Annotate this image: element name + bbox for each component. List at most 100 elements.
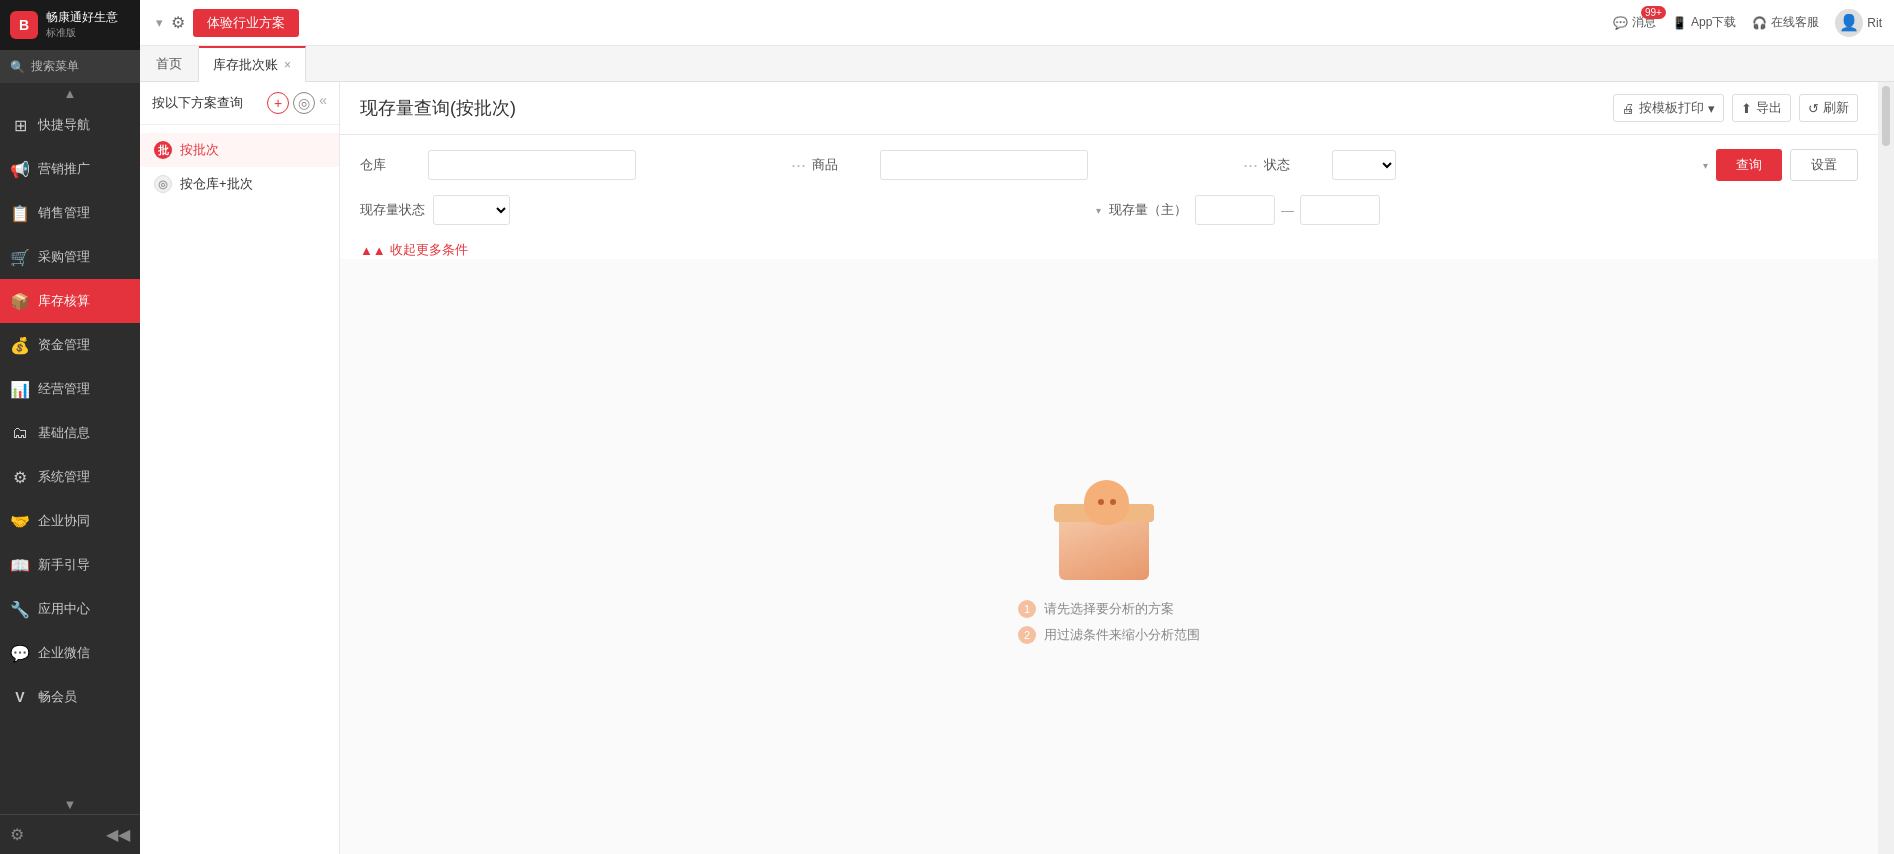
sidebar-item-label: 新手引导 [38,556,90,574]
export-button[interactable]: ⬆ 导出 [1732,94,1791,122]
topbar-settings-icon[interactable]: ⚙ [171,13,185,32]
collapse-btn-area: ▲▲ 收起更多条件 [360,225,1858,259]
search-icon: 🔍 [10,60,25,74]
warehouse-input[interactable] [428,150,636,180]
print-dropdown-icon: ▾ [1708,101,1715,116]
sidebar-nav: ⊞ 快捷导航 📢 营销推广 📋 销售管理 🛒 采购管理 📦 库存核算 💰 [0,103,140,794]
hint-2-text: 用过滤条件来缩小分析范围 [1044,626,1200,644]
newbie-icon: 📖 [10,555,30,575]
tab-label: 库存批次账 [213,56,278,74]
sidebar-item-system[interactable]: ⚙ 系统管理 [0,455,140,499]
char-face [1098,499,1116,505]
sidebar-item-inventory[interactable]: 📦 库存核算 [0,279,140,323]
sidebar-item-newbie[interactable]: 📖 新手引导 [0,543,140,587]
sidebar-item-quick-nav[interactable]: ⊞ 快捷导航 [0,103,140,147]
app-download-btn[interactable]: 📱 App下载 [1672,14,1736,31]
warehouse-label: 仓库 [360,156,420,174]
schema-list: 批 按批次 ◎ 按仓库+批次 [140,125,339,209]
char-head [1084,480,1129,525]
empty-illustration [1044,470,1174,580]
hint-1-num: 1 [1018,600,1036,618]
left-panel: 按以下方案查询 + ◎ « 批 按批次 [140,82,340,854]
tab-close-icon[interactable]: × [284,58,291,72]
settings-button[interactable]: 设置 [1790,149,1858,181]
scroll-up-btn[interactable]: ▲ [0,83,140,103]
topbar-dropdown-icon[interactable]: ▾ [156,15,163,30]
trial-button[interactable]: 体验行业方案 [193,9,299,37]
print-button[interactable]: 🖨 按模板打印 ▾ [1613,94,1724,122]
online-service-btn[interactable]: 🎧 在线客服 [1752,14,1819,31]
operations-icon: 📊 [10,379,30,399]
left-panel-title: 按以下方案查询 [152,94,243,112]
search-label: 搜索菜单 [31,58,79,75]
export-icon: ⬆ [1741,101,1752,116]
brand-info: 畅康通好生意 标准版 [46,10,118,40]
sidebar-item-label: 企业微信 [38,644,90,662]
filter-product-group: 商品 ··· [812,150,1264,180]
product-label: 商品 [812,156,872,174]
sidebar-item-basic[interactable]: 🗂 基础信息 [0,411,140,455]
main-content: ▾ ⚙ 体验行业方案 💬 消息 99+ 📱 App下载 🎧 在线客服 [140,0,1894,854]
sidebar-item-label: 经营管理 [38,380,90,398]
warehouse-more-icon[interactable]: ··· [791,155,806,176]
export-label: 导出 [1756,99,1782,117]
enterprise-icon: 🤝 [10,511,30,531]
settings-circle-icon: ◎ [298,95,310,111]
tab-home[interactable]: 首页 [140,47,199,81]
product-more-icon[interactable]: ··· [1243,155,1258,176]
settings-footer-icon[interactable]: ⚙ [10,825,24,844]
collapse-label: 收起更多条件 [390,241,468,259]
hint-1-text: 请先选择要分析的方案 [1044,600,1174,618]
hint-2-num: 2 [1018,626,1036,644]
scrollbar-thumb[interactable] [1882,86,1890,146]
basic-icon: 🗂 [10,423,30,443]
topbar: ▾ ⚙ 体验行业方案 💬 消息 99+ 📱 App下载 🎧 在线客服 [140,0,1894,46]
qty-min-input[interactable] [1195,195,1275,225]
sidebar-item-sales[interactable]: 📋 销售管理 [0,191,140,235]
scroll-down-btn[interactable]: ▼ [0,794,140,814]
sidebar-item-wechat[interactable]: 💬 企业微信 [0,631,140,675]
sidebar-item-enterprise[interactable]: 🤝 企业协同 [0,499,140,543]
refresh-icon: ↺ [1808,101,1819,116]
sidebar-item-marketing[interactable]: 📢 营销推广 [0,147,140,191]
sidebar-item-finance[interactable]: 💰 资金管理 [0,323,140,367]
app-download-label: App下载 [1691,14,1736,31]
panel-collapse-btn[interactable]: « [319,92,327,114]
schema-item-by-batch[interactable]: 批 按批次 [140,133,339,167]
purchase-icon: 🛒 [10,247,30,267]
sidebar-item-purchase[interactable]: 🛒 采购管理 [0,235,140,279]
app-center-icon: 🔧 [10,599,30,619]
schema-settings-btn[interactable]: ◎ [293,92,315,114]
username-label: Rit [1867,16,1882,30]
add-schema-btn[interactable]: + [267,92,289,114]
filter-section: 仓库 ··· 商品 ··· [340,135,1878,259]
sidebar-item-label: 企业协同 [38,512,90,530]
user-area[interactable]: 👤 Rit [1835,9,1882,37]
wechat-icon: 💬 [10,643,30,663]
collapse-btn[interactable]: ▲▲ 收起更多条件 [360,233,1858,259]
message-btn[interactable]: 💬 消息 99+ [1613,14,1656,31]
filter-status-group: 状态 启用 停用 ▾ [1264,150,1716,180]
empty-state: 1 请先选择要分析的方案 2 用过滤条件来缩小分析范围 [340,259,1878,854]
refresh-button[interactable]: ↺ 刷新 [1799,94,1858,122]
query-button[interactable]: 查询 [1716,149,1782,181]
finance-icon: 💰 [10,335,30,355]
char-eye-right [1110,499,1116,505]
filter-qty-group: 现存量（主） — [1109,195,1858,225]
status-select[interactable]: 启用 停用 [1332,150,1396,180]
sidebar-item-operations[interactable]: 📊 经营管理 [0,367,140,411]
collapse-sidebar-icon[interactable]: ◀◀ [106,825,130,844]
qty-max-input[interactable] [1300,195,1380,225]
sidebar-item-app-center[interactable]: 🔧 应用中心 [0,587,140,631]
page-header: 现存量查询(按批次) 🖨 按模板打印 ▾ ⬆ 导出 ↺ [340,82,1878,135]
sidebar-item-label: 营销推广 [38,160,90,178]
search-menu[interactable]: 🔍 搜索菜单 [0,50,140,83]
phone-icon: 📱 [1672,16,1687,30]
sidebar-item-member[interactable]: V 畅会员 [0,675,140,719]
schema-item-by-warehouse-batch[interactable]: ◎ 按仓库+批次 [140,167,339,201]
product-input[interactable] [880,150,1088,180]
filter-container: 仓库 ··· 商品 ··· [340,135,1878,259]
print-label: 按模板打印 [1639,99,1704,117]
tab-inventory-batch[interactable]: 库存批次账 × [199,46,306,82]
stock-status-select[interactable]: 全部 有库存 无库存 [433,195,510,225]
